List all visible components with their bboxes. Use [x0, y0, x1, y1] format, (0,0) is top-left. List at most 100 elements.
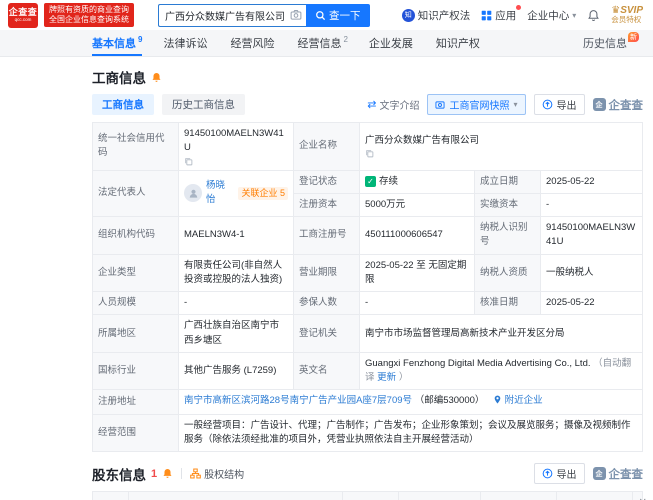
qcc-logo[interactable]: 企查查 qcc.com	[8, 3, 38, 28]
text-intro-toggle[interactable]: ⇄ 文字介绍	[367, 97, 419, 112]
subtab-history-registration[interactable]: 历史工商信息	[162, 94, 245, 115]
label-english-name: 英文名	[294, 352, 360, 390]
business-info-table: 统一社会信用代码 91450100MAELN3W41U 企业名称 广西分众数媒广…	[92, 122, 643, 452]
location-pin-icon	[493, 396, 505, 407]
legal-rep-avatar	[184, 184, 202, 202]
label-business-scope: 经营范围	[93, 414, 179, 452]
divider	[181, 468, 182, 479]
tab-operation-info[interactable]: 经营信息2	[297, 30, 347, 56]
label-company-type: 企业类型	[93, 254, 179, 292]
snapshot-camera-icon	[435, 100, 445, 110]
value-establish-date: 2025-05-22	[541, 170, 643, 193]
top-header: 企查查 qcc.com 牌照有资质的商业查询 全国企业信息查询系统 查一下 知	[0, 0, 653, 30]
slogan-line2: 全国企业信息查询系统	[49, 15, 129, 25]
export-button[interactable]: 导出	[534, 463, 585, 484]
slogan-line1: 牌照有资质的商业查询	[49, 5, 129, 15]
label-address: 注册地址	[93, 390, 179, 414]
org-chart-icon	[190, 468, 201, 479]
official-snapshot-button[interactable]: 工商官网快照 ▾	[427, 94, 525, 115]
equity-structure-link[interactable]: 股权结构	[190, 466, 244, 481]
label-establish-date: 成立日期	[475, 170, 541, 193]
business-info-title: 工商信息	[92, 67, 146, 87]
col-shareholder-name: 股东名称	[129, 492, 343, 500]
label-reg-authority: 登记机关	[294, 315, 360, 353]
col-first-date: 首次持股日期▲▼	[557, 492, 633, 500]
legal-rep-link[interactable]: 杨晓怡	[206, 179, 234, 208]
label-reg-status: 登记状态	[294, 170, 360, 193]
related-companies-tag[interactable]: 关联企业 5	[238, 187, 288, 201]
address-link[interactable]: 南宁市高新区滨河路28号南宁广告产业园A座7层709号	[184, 395, 412, 406]
value-reg-no: 450111000606547	[360, 217, 475, 255]
col-ratio: 持股比例▲▼	[343, 492, 399, 500]
nav-item-enterprise-center[interactable]: 企业中心 ▾	[527, 8, 576, 23]
apps-grid-icon	[481, 10, 492, 21]
search-bar: 查一下	[158, 4, 370, 27]
label-reg-no: 工商注册号	[294, 217, 360, 255]
tab-operation-risk[interactable]: 经营风险	[230, 30, 276, 56]
value-reg-capital: 5000万元	[360, 193, 475, 216]
nav-item-ip-law[interactable]: 知 知识产权法	[402, 8, 471, 23]
tab-basic-info[interactable]: 基本信息9	[92, 30, 142, 56]
swap-icon: ⇄	[367, 98, 376, 111]
search-button-label: 查一下	[329, 8, 361, 23]
chevron-down-icon: ▾	[513, 100, 517, 109]
search-button[interactable]: 查一下	[306, 4, 370, 27]
value-business-term: 2025-05-22 至 无固定期限	[360, 254, 475, 292]
col-amount: 认缴出资额▲▼	[399, 492, 481, 500]
label-staff-size: 人员规模	[93, 292, 179, 315]
search-icon	[315, 10, 326, 21]
tab-legal-litigation[interactable]: 法律诉讼	[163, 30, 209, 56]
qcc-logo-domain: qcc.com	[15, 18, 32, 23]
value-taxpayer-quality: 一般纳税人	[541, 254, 643, 292]
copy-icon[interactable]	[365, 149, 637, 158]
value-reg-status: ✓存续	[360, 170, 475, 193]
svip-entry[interactable]: ♛SVIP 会员特权	[611, 5, 643, 24]
col-amount-date: 认缴出资日期▲▼	[481, 492, 557, 500]
subscribe-bell-icon[interactable]	[151, 72, 162, 83]
label-org-code: 组织机构代码	[93, 217, 179, 255]
company-tabs-bar: 基本信息9 法律诉讼 经营风险 经营信息2 企业发展 知识产权 历史信息 新	[0, 30, 653, 57]
subtab-current-registration[interactable]: 工商信息	[92, 94, 154, 115]
slogan-banner: 牌照有资质的商业查询 全国企业信息查询系统	[44, 3, 134, 28]
status-seal-icon: ✓	[365, 176, 376, 187]
shareholders-table: 序号 股东名称 持股比例▲▼ 认缴出资额▲▼ 认缴出资日期▲▼ 首次持股日期▲▼…	[92, 491, 643, 500]
tab-history-info[interactable]: 历史信息 新	[583, 30, 639, 56]
search-input[interactable]	[158, 4, 306, 27]
value-company-type: 有限责任公司(非自然人投资或控股的法人独资)	[179, 254, 294, 292]
notification-bell[interactable]	[587, 9, 600, 22]
value-reg-authority: 南宁市市场监督管理局高新技术产业开发区分局	[360, 315, 643, 353]
value-taxpayer-id: 91450100MAELN3W41U	[541, 217, 643, 255]
tab-intellectual-property[interactable]: 知识产权	[436, 30, 482, 56]
value-address: 南宁市高新区滨河路28号南宁广告产业园A座7层709号 （邮编530000） 附…	[179, 390, 643, 414]
copy-icon[interactable]	[184, 157, 288, 166]
ip-law-label: 知识产权法	[418, 8, 471, 23]
chevron-down-icon: ▾	[572, 11, 576, 20]
ip-law-icon: 知	[402, 9, 415, 22]
export-button[interactable]: 导出	[534, 94, 585, 115]
label-paid-capital: 实缴资本	[475, 193, 541, 216]
subscribe-bell-icon[interactable]	[162, 468, 173, 479]
value-org-code: MAELN3W4-1	[179, 217, 294, 255]
value-english-name: Guangxi Fenzhong Digital Media Advertisi…	[360, 352, 643, 390]
shareholders-header: 股东信息 1 股权结构 导出	[92, 463, 643, 484]
qcc-watermark: 企 企查查	[593, 97, 644, 113]
main-content: 工商信息 工商信息 历史工商信息 ⇄ 文字介绍 工商官网快照 ▾	[0, 57, 653, 500]
nav-item-apps[interactable]: 应用	[481, 8, 516, 23]
apps-notification-dot	[516, 5, 521, 10]
camera-search-icon[interactable]	[290, 9, 302, 21]
english-name-update-link[interactable]: 更新	[377, 372, 396, 383]
business-info-header: 工商信息	[92, 67, 643, 87]
value-region: 广西壮族自治区南宁市西乡塘区	[179, 315, 294, 353]
top-right-nav: 知 知识产权法 应用 企业中心 ▾ ♛SVIP 会员特权	[402, 5, 643, 24]
value-paid-capital: -	[541, 193, 643, 216]
bell-icon	[587, 9, 600, 22]
tab-company-development[interactable]: 企业发展	[369, 30, 415, 56]
value-approval-date: 2025-05-22	[541, 292, 643, 315]
nearby-companies-link[interactable]: 附近企业	[505, 395, 543, 406]
value-industry: 其他广告服务 (L7259)	[179, 352, 294, 390]
export-icon	[542, 99, 553, 110]
value-business-scope: 一般经营项目：广告设计、代理；广告制作；广告发布；企业形象策划；会议及展览服务；…	[179, 414, 643, 452]
apps-label: 应用	[495, 8, 516, 23]
col-serial: 序号	[93, 492, 129, 500]
value-insured-count: -	[360, 292, 475, 315]
